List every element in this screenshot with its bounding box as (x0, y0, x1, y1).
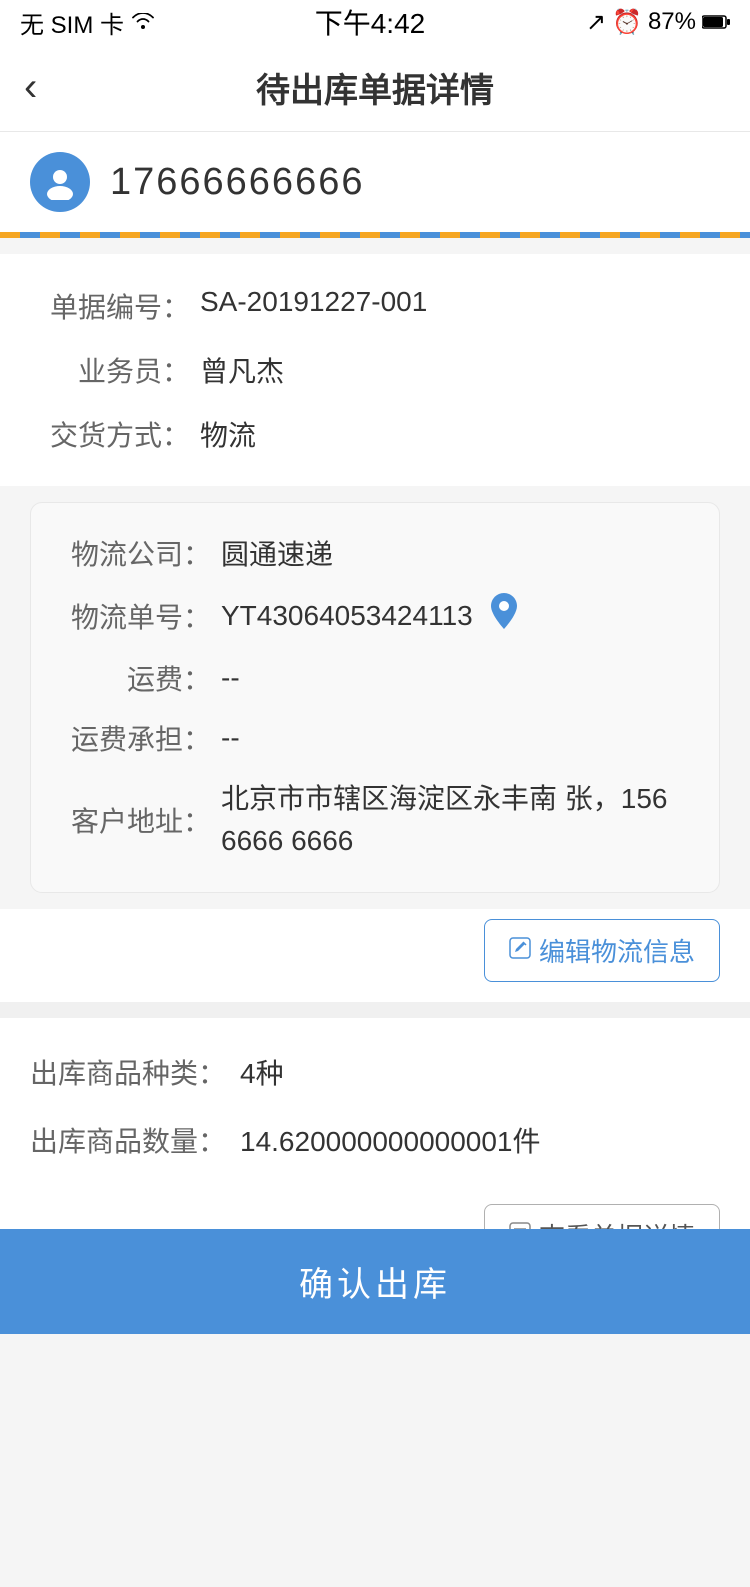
battery-icon (702, 8, 730, 36)
tracking-no-row: 物流单号： YT43064053424113 (51, 583, 699, 648)
wifi-icon (132, 8, 154, 36)
section-divider (0, 1002, 750, 1018)
address-row: 客户地址： 北京市市辖区海淀区永丰南 张，156 6666 6666 (51, 768, 699, 872)
sales-person-value: 曾凡杰 (200, 350, 720, 390)
back-button[interactable]: ‹ (24, 65, 37, 110)
status-right: ↗ ⏰ 87% (586, 8, 730, 37)
logistics-box: 物流公司： 圆通速递 物流单号： YT43064053424113 运费： --… (30, 502, 720, 893)
edit-logistics-area: 编辑物流信息 (0, 909, 750, 1002)
customer-phone: 17666666666 (110, 161, 364, 204)
confirm-button-label: 确认出库 (299, 1257, 451, 1306)
goods-quantity-row: 出库商品数量： 14.620000000000001件 (30, 1106, 720, 1174)
location-icon: ↗ (586, 8, 606, 37)
document-no-label: 单据编号： (30, 286, 190, 326)
carrier-text: 无 SIM 卡 (20, 5, 124, 40)
freight-bearer-row: 运费承担： -- (51, 708, 699, 768)
alarm-icon: ⏰ (612, 8, 642, 37)
dashed-divider (0, 232, 750, 238)
nav-title: 待出库单据详情 (256, 63, 494, 112)
document-no-value: SA-20191227-001 (200, 286, 720, 318)
address-label: 客户地址： (51, 800, 211, 840)
goods-types-row: 出库商品种类： 4种 (30, 1038, 720, 1106)
edit-logistics-label: 编辑物流信息 (539, 932, 695, 969)
freight-bearer-label: 运费承担： (51, 718, 211, 758)
customer-header: 17666666666 (0, 132, 750, 232)
edit-logistics-button[interactable]: 编辑物流信息 (484, 919, 720, 982)
tracking-no-value: YT43064053424113 (221, 600, 473, 632)
goods-types-label: 出库商品种类： (30, 1052, 230, 1092)
map-pin-icon[interactable] (489, 593, 519, 638)
status-time: 下午4:42 (315, 2, 426, 42)
goods-quantity-label: 出库商品数量： (30, 1120, 230, 1160)
tracking-no-label: 物流单号： (51, 596, 211, 636)
main-content: 17666666666 单据编号： SA-20191227-001 业务员： 曾… (0, 132, 750, 1587)
avatar (30, 152, 90, 212)
delivery-method-label: 交货方式： (30, 414, 190, 454)
tracking-no-value-container: YT43064053424113 (221, 593, 699, 638)
logistics-company-value: 圆通速递 (221, 533, 699, 573)
freight-row: 运费： -- (51, 648, 699, 708)
basic-info-section: 单据编号： SA-20191227-001 业务员： 曾凡杰 交货方式： 物流 (0, 254, 750, 486)
edit-icon (509, 935, 531, 966)
freight-value: -- (221, 662, 699, 694)
sales-person-row: 业务员： 曾凡杰 (30, 338, 720, 402)
nav-bar: ‹ 待出库单据详情 (0, 44, 750, 132)
address-value: 北京市市辖区海淀区永丰南 张，156 6666 6666 (221, 778, 699, 862)
logistics-company-row: 物流公司： 圆通速递 (51, 523, 699, 583)
freight-bearer-value: -- (221, 722, 699, 754)
logistics-company-label: 物流公司： (51, 533, 211, 573)
goods-quantity-value: 14.620000000000001件 (240, 1120, 541, 1160)
sales-person-label: 业务员： (30, 350, 190, 390)
status-bar: 无 SIM 卡 下午4:42 ↗ ⏰ 87% (0, 0, 750, 44)
freight-label: 运费： (51, 658, 211, 698)
battery-text: 87% (648, 8, 696, 36)
goods-section: 出库商品种类： 4种 出库商品数量： 14.620000000000001件 (0, 1018, 750, 1194)
delivery-method-row: 交货方式： 物流 (30, 402, 720, 466)
confirm-bar[interactable]: 确认出库 (0, 1229, 750, 1334)
goods-types-value: 4种 (240, 1052, 284, 1092)
delivery-method-value: 物流 (200, 414, 720, 454)
status-left: 无 SIM 卡 (20, 5, 154, 40)
document-no-row: 单据编号： SA-20191227-001 (30, 274, 720, 338)
